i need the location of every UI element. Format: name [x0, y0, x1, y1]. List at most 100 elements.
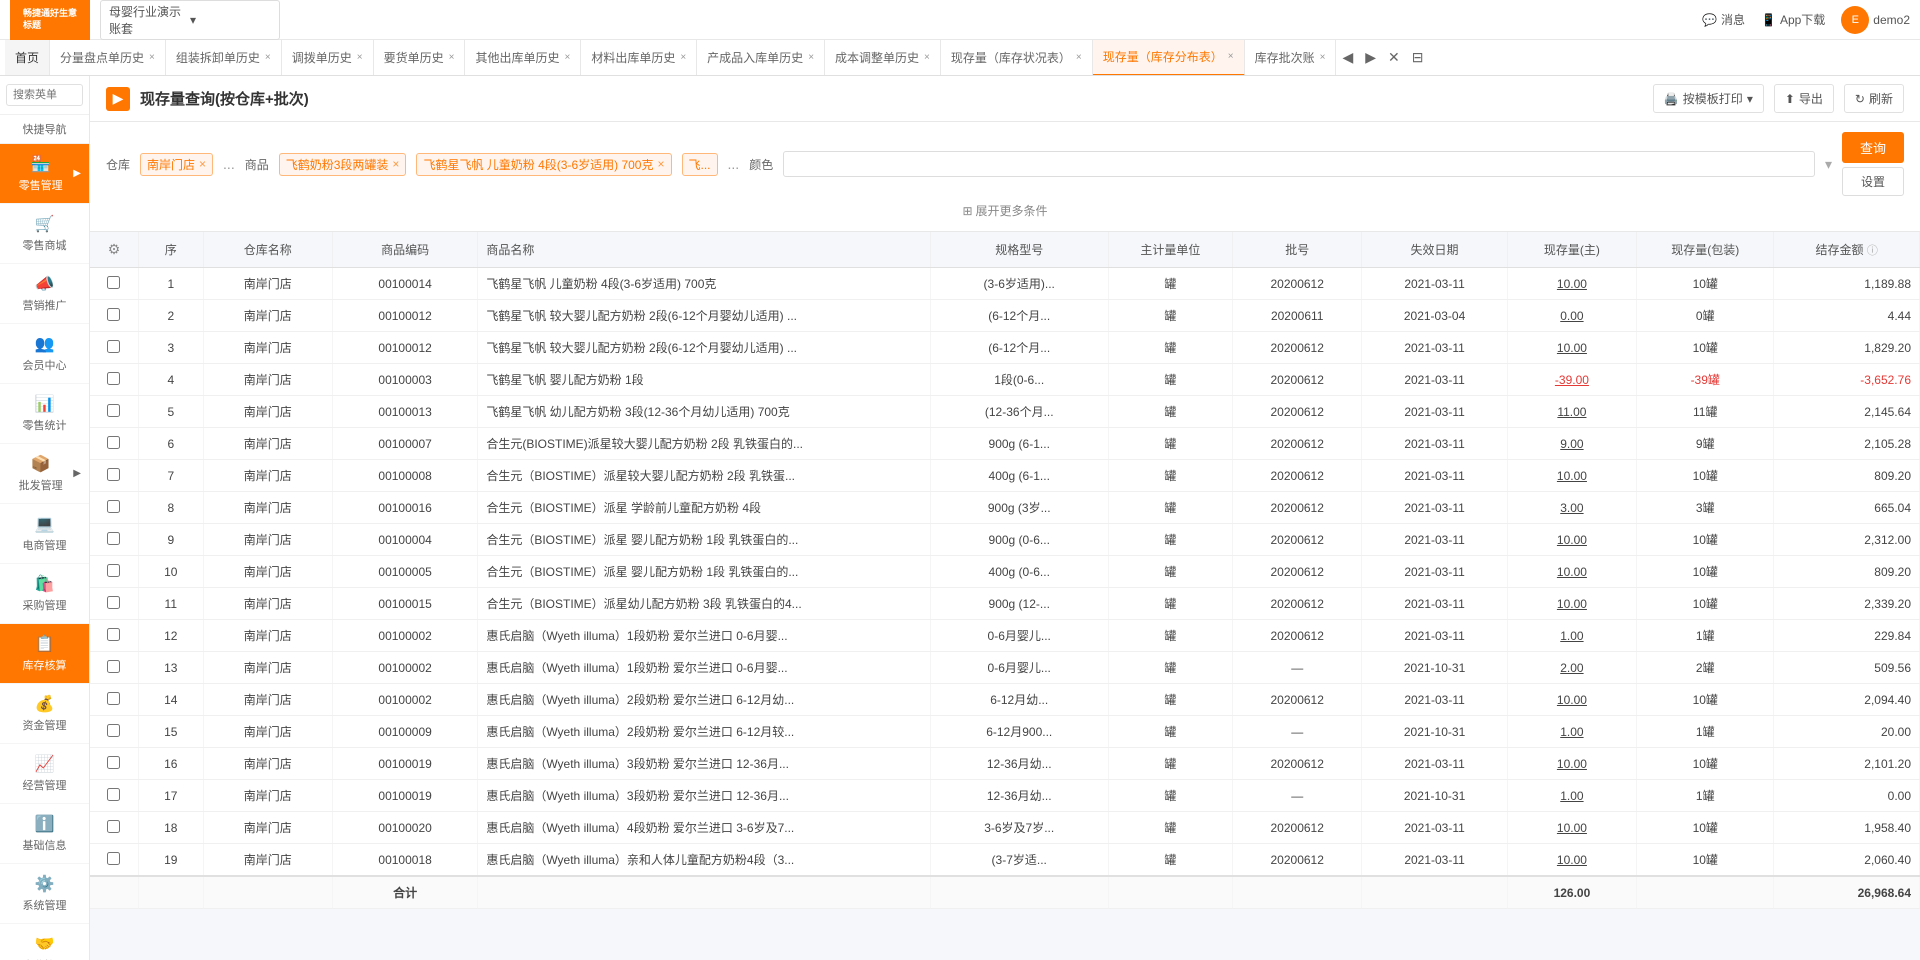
row-checkbox[interactable]: [107, 340, 120, 353]
tab-close-icon[interactable]: ×: [357, 52, 363, 63]
color-dropdown-icon[interactable]: ▾: [1825, 156, 1832, 173]
sidebar-item-retail-mgmt[interactable]: 🏪 零售管理 ▶: [0, 144, 89, 204]
tab-batch-voucher[interactable]: 库存批次账 ×: [1245, 40, 1337, 76]
sidebar-item-system[interactable]: ⚙️ 系统管理: [0, 864, 89, 924]
row-checkbox[interactable]: [107, 308, 120, 321]
table-cell: 1,189.88: [1774, 268, 1920, 300]
refresh-btn[interactable]: ↻ 刷新: [1844, 84, 1904, 113]
row-checkbox[interactable]: [107, 596, 120, 609]
expand-more-btn[interactable]: ⊞ 展开更多条件: [962, 202, 1047, 219]
table-cell: 罐: [1108, 460, 1232, 492]
user-area[interactable]: E demo2: [1841, 6, 1910, 34]
tab-home[interactable]: 首页: [5, 40, 50, 76]
row-checkbox[interactable]: [107, 436, 120, 449]
tab-close-icon[interactable]: ×: [1076, 52, 1082, 63]
row-checkbox[interactable]: [107, 756, 120, 769]
sidebar-item-basic[interactable]: ℹ️ 基础信息: [0, 804, 89, 864]
row-checkbox[interactable]: [107, 724, 120, 737]
row-checkbox[interactable]: [107, 564, 120, 577]
tab-requisition[interactable]: 要货单历史 ×: [374, 40, 466, 76]
sidebar-item-retail-mall[interactable]: 🛒 零售商城: [0, 204, 89, 264]
sidebar-item-operations[interactable]: 📈 经营管理: [0, 744, 89, 804]
template-print-btn[interactable]: 🖨️ 按模板打印 ▾: [1653, 84, 1764, 113]
tab-close-icon[interactable]: ×: [680, 52, 686, 63]
tab-stock-status[interactable]: 现存量（库存状况表） ×: [941, 40, 1093, 76]
tab-close-icon[interactable]: ×: [564, 52, 570, 63]
tab-stock-dist[interactable]: 现存量（库存分布表） ×: [1093, 40, 1245, 76]
tab-product-in[interactable]: 产成品入库单历史 ×: [697, 40, 825, 76]
tab-allocation[interactable]: 调拨单历史 ×: [282, 40, 374, 76]
product-tag-1[interactable]: 飞鹤奶粉3段两罐装 ×: [279, 153, 407, 176]
product-dots[interactable]: ...: [728, 156, 740, 172]
tab-close-all-btn[interactable]: ✕: [1382, 49, 1406, 66]
tab-next-btn[interactable]: ▶: [1359, 49, 1382, 66]
sidebar-item-finance[interactable]: 💰 资金管理: [0, 684, 89, 744]
table-cell: 10罐: [1637, 812, 1774, 844]
row-checkbox[interactable]: [107, 660, 120, 673]
column-settings-icon[interactable]: ⚙: [108, 241, 121, 257]
row-checkbox[interactable]: [107, 372, 120, 385]
row-checkbox[interactable]: [107, 532, 120, 545]
sidebar-item-ecommerce[interactable]: 💻 电商管理: [0, 504, 89, 564]
table-cell: 飞鹤星飞帆 幼儿配方奶粉 3段(12-36个月幼儿适用) 700克: [478, 396, 931, 428]
tab-close-icon[interactable]: ×: [449, 52, 455, 63]
row-checkbox[interactable]: [107, 852, 120, 865]
table-cell: 南岸门店: [203, 780, 332, 812]
table-cell: 20200611: [1233, 300, 1362, 332]
tab-split-inventory[interactable]: 分量盘点单历史 ×: [50, 40, 166, 76]
sidebar-item-marketing[interactable]: 📣 营销推广: [0, 264, 89, 324]
tab-close-icon[interactable]: ×: [1320, 52, 1326, 63]
warehouse-dots[interactable]: ...: [223, 156, 235, 172]
sidebar-item-purchase[interactable]: 🛍️ 采购管理: [0, 564, 89, 624]
table-cell: 10罐: [1637, 844, 1774, 877]
message-btn[interactable]: 💬 消息: [1702, 11, 1745, 28]
query-btn[interactable]: 查询: [1842, 132, 1904, 163]
row-checkbox[interactable]: [107, 788, 120, 801]
row-checkbox[interactable]: [107, 404, 120, 417]
tab-close-icon[interactable]: ×: [265, 52, 271, 63]
table-cell: 1.00: [1507, 620, 1636, 652]
tab-close-icon[interactable]: ×: [149, 52, 155, 63]
product-tag-more[interactable]: 飞...: [682, 153, 718, 176]
tab-close-icon[interactable]: ×: [808, 52, 814, 63]
app-download-btn[interactable]: 📱 App下载: [1761, 11, 1825, 28]
row-checkbox[interactable]: [107, 628, 120, 641]
product-tag-2[interactable]: 飞鹤星飞帆 儿童奶粉 4段(3-6岁适用) 700克 ×: [416, 153, 671, 176]
product-tag2-close[interactable]: ×: [657, 157, 664, 171]
tab-cost-adjust[interactable]: 成本调整单历史 ×: [825, 40, 941, 76]
sidebar-item-inventory[interactable]: 📋 库存核算: [0, 624, 89, 684]
warehouse-tag-nanao[interactable]: 南岸门店 ×: [140, 153, 213, 176]
tab-material-out[interactable]: 材料出库单历史 ×: [581, 40, 697, 76]
row-checkbox[interactable]: [107, 820, 120, 833]
table-cell: 10.00: [1507, 684, 1636, 716]
sidebar-item-enterprise[interactable]: 🤝 企业协同: [0, 924, 89, 960]
table-container[interactable]: ⚙ 序 仓库名称 商品编码 商品名称 规格型号 主计量单位 批号 失效日期 现存…: [90, 232, 1920, 960]
tab-prev-btn[interactable]: ◀: [1336, 49, 1359, 66]
th-code: 商品编码: [332, 232, 477, 268]
export-btn[interactable]: ⬆ 导出: [1774, 84, 1834, 113]
row-checkbox[interactable]: [107, 468, 120, 481]
table-cell: [90, 428, 138, 460]
warehouse-tag-close[interactable]: ×: [199, 157, 206, 171]
row-checkbox[interactable]: [107, 276, 120, 289]
table-cell: 飞鹤星飞帆 儿童奶粉 4段(3-6岁适用) 700克: [478, 268, 931, 300]
sidebar-item-retail-stats[interactable]: 📊 零售统计: [0, 384, 89, 444]
expand-sidebar-btn[interactable]: ▶: [106, 87, 130, 111]
tab-disassembly[interactable]: 组装拆卸单历史 ×: [166, 40, 282, 76]
tab-close-icon[interactable]: ×: [924, 52, 930, 63]
row-checkbox[interactable]: [107, 692, 120, 705]
row-checkbox[interactable]: [107, 500, 120, 513]
tab-close-icon[interactable]: ×: [1228, 51, 1234, 62]
sidebar-item-wholesale[interactable]: 📦 批发管理 ▶: [0, 444, 89, 504]
sidebar-item-member[interactable]: 👥 会员中心: [0, 324, 89, 384]
settings-btn[interactable]: 设置: [1842, 167, 1904, 196]
search-input[interactable]: [6, 84, 83, 106]
table-cell: 0-6月婴儿...: [930, 652, 1108, 684]
product-tag1-close[interactable]: ×: [392, 157, 399, 171]
tab-other-out[interactable]: 其他出库单历史 ×: [465, 40, 581, 76]
table-cell: 20200612: [1233, 748, 1362, 780]
table-row: 7南岸门店00100008合生元（BIOSTIME）派星较大婴儿配方奶粉 2段 …: [90, 460, 1920, 492]
company-selector[interactable]: 母婴行业演示账套 ▾: [100, 0, 280, 40]
tab-menu-btn[interactable]: ⊟: [1406, 49, 1430, 66]
quick-nav-btn[interactable]: 快捷导航: [0, 115, 89, 144]
